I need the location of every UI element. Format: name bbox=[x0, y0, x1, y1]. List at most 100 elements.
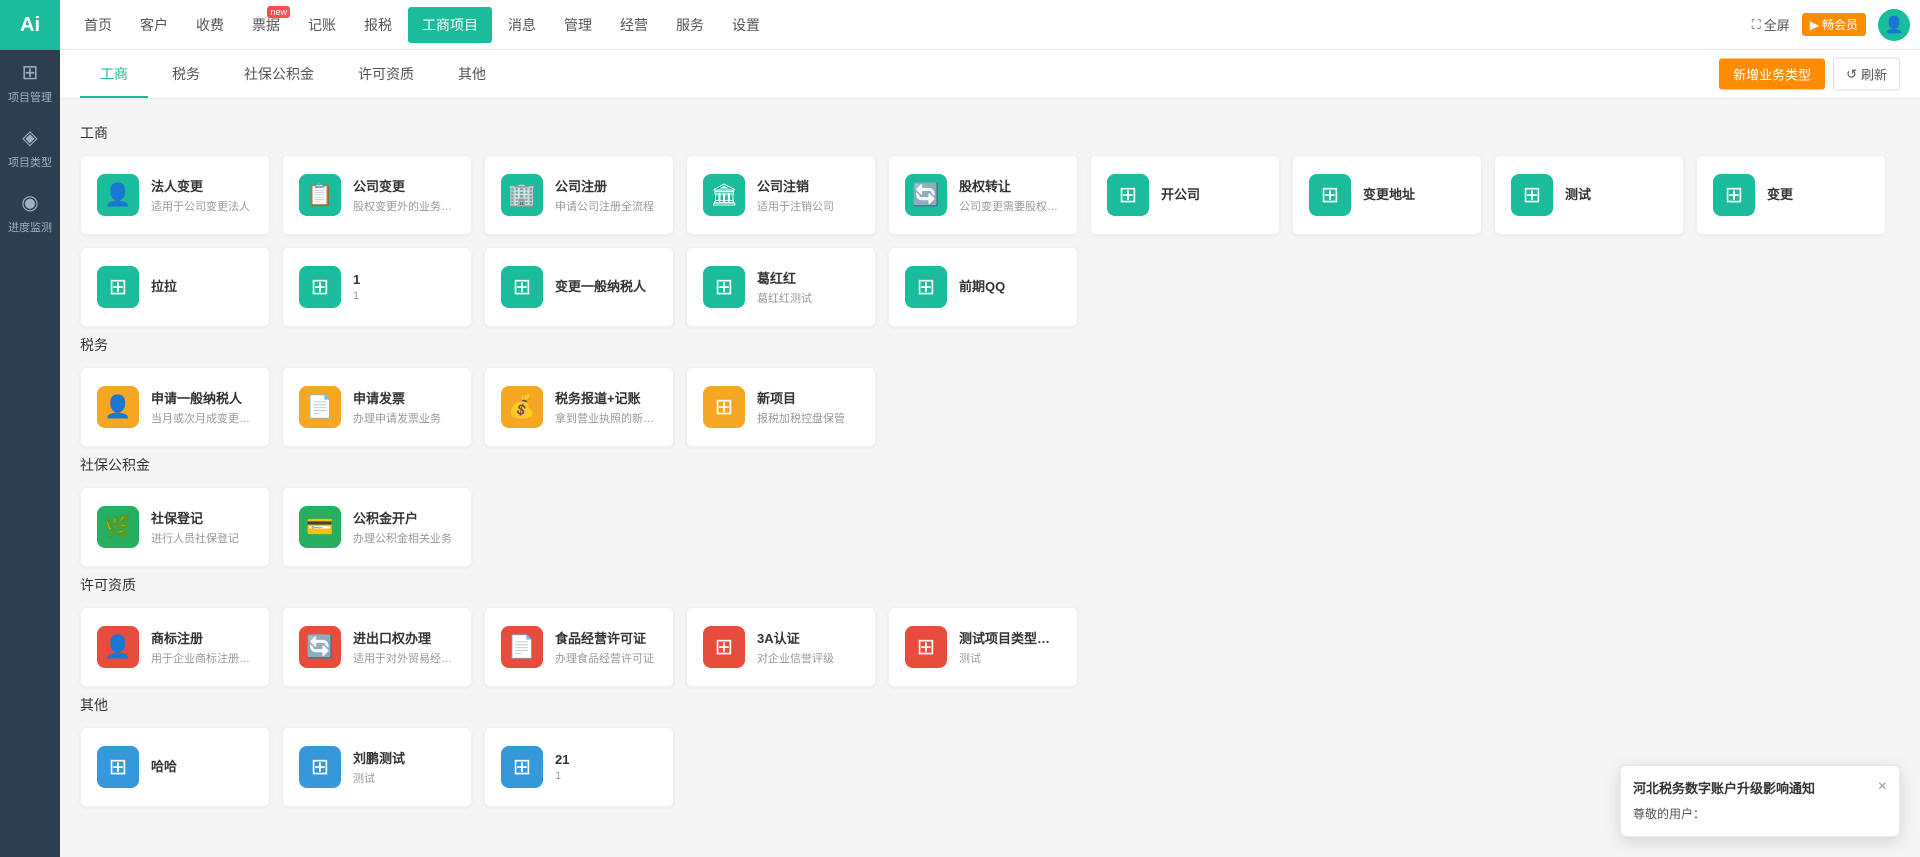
card-company-change[interactable]: 📋 公司变更 股权变更外的业务变更 bbox=[282, 155, 472, 235]
sidebar-item-label: 进度监测 bbox=[8, 219, 52, 235]
tabs-actions: 新增业务类型 ↺ 刷新 bbox=[1719, 58, 1900, 91]
sidebar-item-project-manage[interactable]: ⊞ 项目管理 bbox=[0, 50, 60, 115]
user-avatar[interactable]: 👤 bbox=[1878, 9, 1910, 41]
card-equity-transfer[interactable]: 🔄 股权转让 公司变更需要股权转让 bbox=[888, 155, 1078, 235]
card-icon-test-project-type: ⊞ bbox=[905, 626, 947, 668]
app-logo[interactable]: Ai bbox=[0, 0, 60, 50]
card-company-cancel[interactable]: 🏛 公司注销 适用于注销公司 bbox=[686, 155, 876, 235]
avatar-icon: 👤 bbox=[1884, 15, 1904, 35]
card-icon-change-address: ⊞ bbox=[1309, 174, 1351, 216]
vip-btn[interactable]: ▶ 畅会员 bbox=[1802, 13, 1866, 36]
section-title-shebao: 社保公积金 bbox=[80, 455, 1900, 475]
sidebar-item-label: 项目管理 bbox=[8, 89, 52, 105]
new-type-button[interactable]: 新增业务类型 bbox=[1719, 59, 1825, 90]
card-icon-equity-transfer: 🔄 bbox=[905, 174, 947, 216]
sidebar-item-project-type[interactable]: ◈ 项目类型 bbox=[0, 115, 60, 180]
card-icon-haha: ⊞ bbox=[97, 746, 139, 788]
card-icon-test: ⊞ bbox=[1511, 174, 1553, 216]
nav-tax[interactable]: 报税 bbox=[350, 0, 406, 50]
card-one[interactable]: ⊞ 1 1 bbox=[282, 247, 472, 327]
card-haha[interactable]: ⊞ 哈哈 bbox=[80, 727, 270, 807]
card-trademark[interactable]: 👤 商标注册 用于企业商标注册服务 bbox=[80, 607, 270, 687]
card-twenty-one[interactable]: ⊞ 21 1 bbox=[484, 727, 674, 807]
card-social-register[interactable]: 🌿 社保登记 进行人员社保登记 bbox=[80, 487, 270, 567]
card-apply-taxpayer[interactable]: 👤 申请一般纳税人 当月或次月成变更完成 bbox=[80, 367, 270, 447]
tab-xuke[interactable]: 许可资质 bbox=[338, 50, 434, 98]
card-tax-report-accounting[interactable]: 💰 税务报道+记账 拿到营业执照的新公司 bbox=[484, 367, 674, 447]
topnav-right: ⛶ 全屏 ▶ 畅会员 👤 bbox=[1752, 9, 1910, 41]
tab-shuiwu[interactable]: 税务 bbox=[152, 50, 220, 98]
sidebar-item-label: 项目类型 bbox=[8, 154, 52, 170]
cards-grid-shebao: 🌿 社保登记 进行人员社保登记 💳 公积金开户 办理公积金相关业务 bbox=[80, 487, 1900, 567]
fullscreen-btn[interactable]: ⛶ 全屏 bbox=[1752, 15, 1790, 34]
tab-qita[interactable]: 其他 bbox=[438, 50, 506, 98]
nav-service[interactable]: 服务 bbox=[662, 0, 718, 50]
tab-shebao[interactable]: 社保公积金 bbox=[224, 50, 334, 98]
sidebar-item-progress-monitor[interactable]: ◉ 进度监测 bbox=[0, 180, 60, 245]
notification-popup: 河北税务数字账户升级影响通知 × 尊敬的用户： bbox=[1620, 765, 1900, 837]
card-icon-social-register: 🌿 bbox=[97, 506, 139, 548]
card-icon-lala: ⊞ bbox=[97, 266, 139, 308]
section-title-shuiwu: 税务 bbox=[80, 335, 1900, 355]
card-icon-twenty-one: ⊞ bbox=[501, 746, 543, 788]
card-change[interactable]: ⊞ 变更 bbox=[1696, 155, 1886, 235]
card-title: 法人变更 bbox=[151, 176, 253, 195]
card-icon-food-permit: 📄 bbox=[501, 626, 543, 668]
card-icon-change-taxpayer: ⊞ bbox=[501, 266, 543, 308]
card-import-export[interactable]: 🔄 进出口权办理 适用于对外贸易经营者 bbox=[282, 607, 472, 687]
page-content: 工商 👤 法人变更 适用于公司变更法人 📋 公司变更 股权变更外的业务变更 🏢 bbox=[60, 99, 1920, 831]
new-badge: new bbox=[267, 6, 290, 19]
card-gehonghong[interactable]: ⊞ 葛红红 葛红红测试 bbox=[686, 247, 876, 327]
nav-accounting[interactable]: 记账 bbox=[294, 0, 350, 50]
nav-management[interactable]: 管理 bbox=[550, 0, 606, 50]
card-icon-company-cancel: 🏛 bbox=[703, 174, 745, 216]
notification-close-button[interactable]: × bbox=[1878, 778, 1887, 796]
nav-tickets[interactable]: 票据 new bbox=[238, 0, 294, 50]
refresh-button[interactable]: ↺ 刷新 bbox=[1833, 58, 1900, 91]
card-lala[interactable]: ⊞ 拉拉 bbox=[80, 247, 270, 327]
card-legal-change[interactable]: 👤 法人变更 适用于公司变更法人 bbox=[80, 155, 270, 235]
card-icon-open-company: ⊞ bbox=[1107, 174, 1149, 216]
section-title-xuke: 许可资质 bbox=[80, 575, 1900, 595]
card-qianqi-qq[interactable]: ⊞ 前期QQ bbox=[888, 247, 1078, 327]
cards-grid-gongshang: 👤 法人变更 适用于公司变更法人 📋 公司变更 股权变更外的业务变更 🏢 公司注… bbox=[80, 155, 1900, 327]
card-icon-3a-cert: ⊞ bbox=[703, 626, 745, 668]
section-title-qita: 其他 bbox=[80, 695, 1900, 715]
card-icon-one: ⊞ bbox=[299, 266, 341, 308]
tab-gongshang[interactable]: 工商 bbox=[80, 50, 148, 98]
card-3a-cert[interactable]: ⊞ 3A认证 对企业信誉评级 bbox=[686, 607, 876, 687]
sidebar: Ai ⊞ 项目管理 ◈ 项目类型 ◉ 进度监测 bbox=[0, 0, 60, 857]
card-open-company[interactable]: ⊞ 开公司 bbox=[1090, 155, 1280, 235]
top-navigation: 首页 客户 收费 票据 new 记账 报税 工商项目 消息 管理 经营 服务 设… bbox=[60, 0, 1920, 50]
refresh-icon: ↺ bbox=[1846, 66, 1857, 82]
card-change-address[interactable]: ⊞ 变更地址 bbox=[1292, 155, 1482, 235]
card-icon-apply-invoice: 📄 bbox=[299, 386, 341, 428]
nav-home[interactable]: 首页 bbox=[70, 0, 126, 50]
card-text-legal-change: 法人变更 适用于公司变更法人 bbox=[151, 176, 253, 214]
project-manage-icon: ⊞ bbox=[22, 60, 39, 85]
nav-customer[interactable]: 客户 bbox=[126, 0, 182, 50]
nav-billing[interactable]: 收费 bbox=[182, 0, 238, 50]
section-title-gongshang: 工商 bbox=[80, 123, 1900, 143]
card-food-permit[interactable]: 📄 食品经营许可证 办理食品经营许可证 bbox=[484, 607, 674, 687]
card-icon-trademark: 👤 bbox=[97, 626, 139, 668]
card-icon-legal-change: 👤 bbox=[97, 174, 139, 216]
nav-operation[interactable]: 经营 bbox=[606, 0, 662, 50]
card-desc: 适用于公司变更法人 bbox=[151, 198, 253, 214]
card-icon-change: ⊞ bbox=[1713, 174, 1755, 216]
nav-settings[interactable]: 设置 bbox=[718, 0, 774, 50]
card-liupeng-test[interactable]: ⊞ 刘鹏测试 测试 bbox=[282, 727, 472, 807]
card-change-taxpayer[interactable]: ⊞ 变更一般纳税人 bbox=[484, 247, 674, 327]
card-apply-invoice[interactable]: 📄 申请发票 办理申请发票业务 bbox=[282, 367, 472, 447]
card-fund-open[interactable]: 💳 公积金开户 办理公积金相关业务 bbox=[282, 487, 472, 567]
card-icon-apply-taxpayer: 👤 bbox=[97, 386, 139, 428]
notification-body: 尊敬的用户： bbox=[1633, 805, 1887, 824]
progress-monitor-icon: ◉ bbox=[21, 190, 38, 215]
card-test[interactable]: ⊞ 测试 bbox=[1494, 155, 1684, 235]
card-company-register[interactable]: 🏢 公司注册 申请公司注册全流程 bbox=[484, 155, 674, 235]
card-test-project-type[interactable]: ⊞ 测试项目类型目定义 测试 bbox=[888, 607, 1078, 687]
card-new-project[interactable]: ⊞ 新项目 报税加税控盘保管 bbox=[686, 367, 876, 447]
vip-icon: ▶ bbox=[1810, 18, 1819, 32]
nav-message[interactable]: 消息 bbox=[494, 0, 550, 50]
nav-business[interactable]: 工商项目 bbox=[408, 7, 492, 43]
